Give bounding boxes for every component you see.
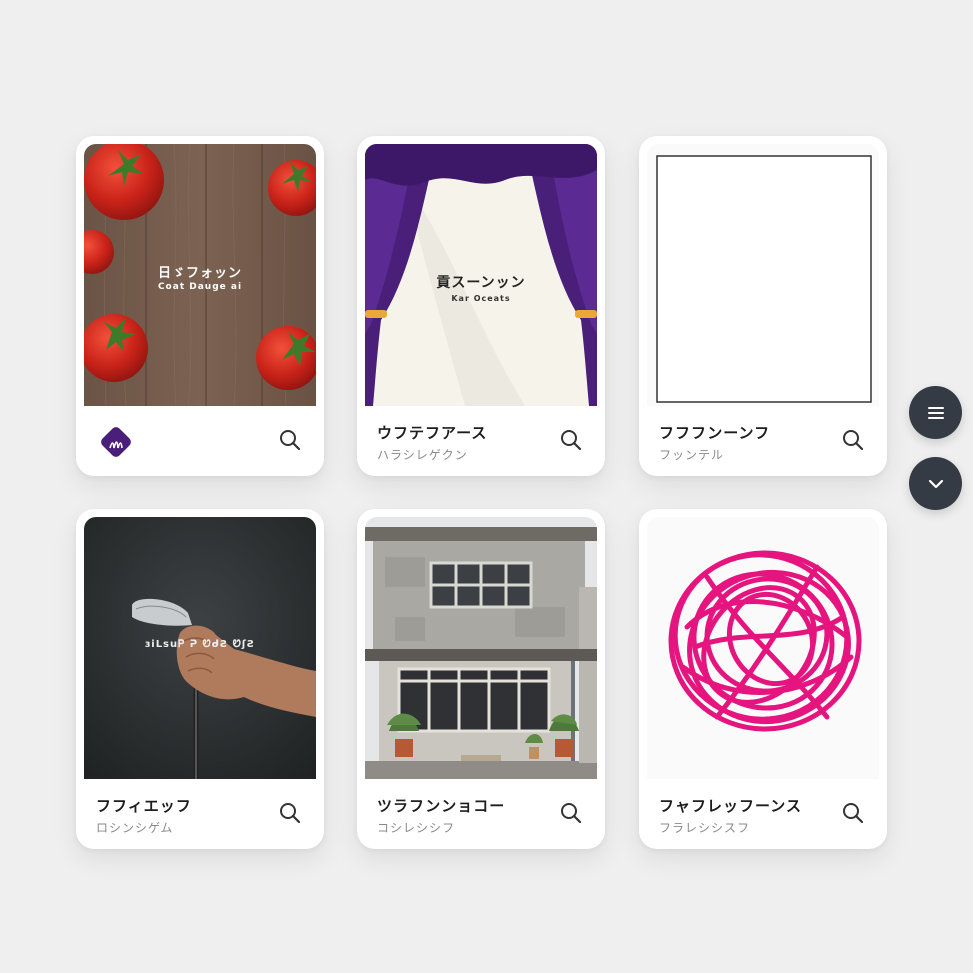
- scribble-image: [668, 550, 862, 732]
- search-button[interactable]: [276, 799, 304, 827]
- card-subtitle: ロシンシゲム: [96, 821, 174, 835]
- search-icon: [561, 430, 582, 451]
- card-curtain[interactable]: 貢スーンッン Kar Oceats ウフテフアース ハラシレゲクン: [357, 136, 605, 476]
- search-button[interactable]: [839, 426, 867, 454]
- blank-frame-image: [656, 155, 872, 403]
- menu-button[interactable]: [909, 386, 962, 439]
- search-button[interactable]: [557, 426, 585, 454]
- thumb-title: 貢スーンッン: [436, 275, 526, 291]
- search-icon: [561, 803, 582, 824]
- card-scribble[interactable]: フャフレッフーンス フラレシシスフ: [639, 509, 887, 849]
- card-footer: フフフンーンフ フッンテル: [659, 416, 867, 466]
- card-title: ウフテフアース: [377, 424, 488, 442]
- building-image: [365, 517, 597, 779]
- card-thumbnail: [647, 517, 879, 779]
- card-footer: ウフテフアース ハラシレゲクン: [377, 416, 585, 466]
- card-thumbnail: 貢スーンッン Kar Oceats: [365, 144, 597, 406]
- thumb-subtitle: Kar Oceats: [451, 294, 511, 303]
- card-subtitle: フラレシシスフ: [659, 821, 751, 835]
- card-subtitle: フッンテル: [659, 448, 725, 462]
- menu-icon: [927, 406, 944, 419]
- card-thumbnail: [647, 144, 879, 406]
- search-button[interactable]: [839, 799, 867, 827]
- expand-button[interactable]: [909, 457, 962, 510]
- card-title: フャフレッフーンス: [659, 797, 802, 815]
- card-title: フフィエッフ: [96, 797, 192, 815]
- card-subtitle: コシレシシフ: [377, 821, 456, 835]
- search-icon: [280, 430, 301, 451]
- card-title: ツラフンンョコー: [377, 797, 506, 815]
- thumb-title: 日ゞフォッン: [157, 266, 242, 281]
- card-thumbnail: 日ゞフォッン Coat Dauge ai: [84, 144, 316, 406]
- card-subtitle: ハラシレゲクン: [377, 448, 468, 462]
- thumb-title: ɜiLsuᏢ ᕈ ᏬᑯƧ ᏬʃƧ: [144, 639, 256, 650]
- search-button[interactable]: [557, 799, 585, 827]
- card-golf[interactable]: ɜiLsuᏢ ᕈ ᏬᑯƧ ᏬʃƧ フフィエッフ ロシンシゲム: [76, 509, 324, 849]
- chevron-down-icon: [928, 479, 943, 488]
- card-footer: フフィエッフ ロシンシゲム: [96, 789, 304, 839]
- search-icon: [843, 803, 864, 824]
- card-thumbnail: [365, 517, 597, 779]
- card-footer: ツラフンンョコー コシレシシフ: [377, 789, 585, 839]
- card-thumbnail: ɜiLsuᏢ ᕈ ᏬᑯƧ ᏬʃƧ: [84, 517, 316, 779]
- search-button[interactable]: [276, 426, 304, 454]
- card-footer: フャフレッフーンス フラレシシスフ: [659, 789, 867, 839]
- brand-badge-icon: [96, 422, 136, 462]
- card-title: フフフンーンフ: [659, 424, 771, 442]
- search-icon: [280, 803, 301, 824]
- card-tomato[interactable]: 日ゞフォッン Coat Dauge ai: [76, 136, 324, 476]
- card-building[interactable]: ツラフンンョコー コシレシシフ: [357, 509, 605, 849]
- card-blank-frame[interactable]: フフフンーンフ フッンテル: [639, 136, 887, 476]
- thumb-subtitle: Coat Dauge ai: [157, 282, 243, 292]
- card-footer: [96, 416, 304, 466]
- search-icon: [843, 430, 864, 451]
